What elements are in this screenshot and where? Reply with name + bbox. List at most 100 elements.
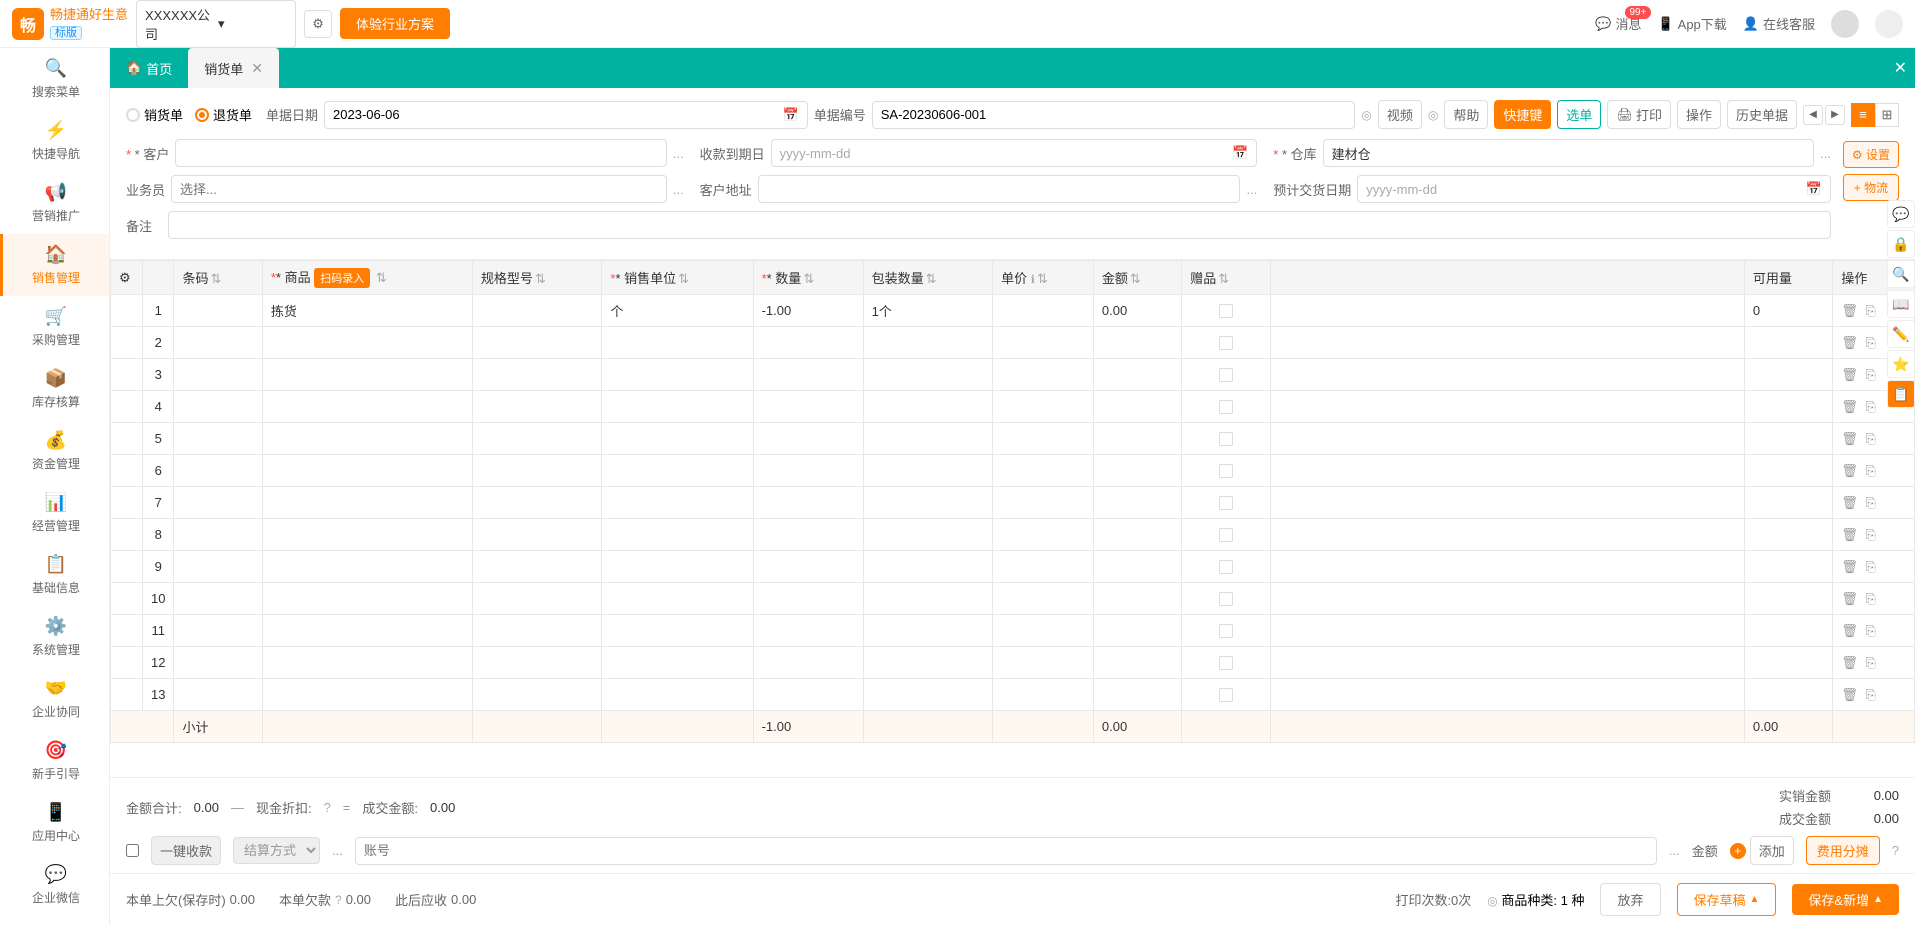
row-price-8[interactable] (993, 551, 1094, 583)
th-config[interactable]: ⚙ (111, 261, 143, 295)
row-unit-10[interactable] (602, 615, 753, 647)
print-btn[interactable]: 🖨打印 (1607, 100, 1671, 129)
operate-btn[interactable]: 操作 (1677, 100, 1721, 129)
row-unit-2[interactable] (602, 359, 753, 391)
float-btn-6[interactable]: ⭐ (1887, 350, 1915, 378)
payment-btn[interactable]: 一键收款 (151, 836, 221, 865)
logistics-btn[interactable]: + 物流 (1843, 174, 1899, 201)
date-input[interactable]: 2023-06-06 📅 (324, 101, 808, 129)
row-gift-4[interactable] (1182, 423, 1270, 455)
sidebar-item-funds[interactable]: 💰 资金管理 (0, 420, 109, 482)
delete-row-icon-9[interactable]: 🗑 (1841, 591, 1858, 606)
row-qty-6[interactable] (753, 487, 863, 519)
expected-date-input[interactable]: yyyy-mm-dd 📅 (1357, 175, 1831, 203)
row-amount-7[interactable] (1093, 519, 1181, 551)
row-qty-3[interactable] (753, 391, 863, 423)
row-unit-7[interactable] (602, 519, 753, 551)
warehouse-input[interactable] (1323, 139, 1814, 167)
sidebar-item-inventory[interactable]: 📦 库存核算 (0, 358, 109, 420)
row-pack-qty-2[interactable] (863, 359, 992, 391)
row-product-10[interactable] (262, 615, 472, 647)
row-unit-12[interactable] (602, 679, 753, 711)
row-qty-10[interactable] (753, 615, 863, 647)
row-pack-qty-10[interactable] (863, 615, 992, 647)
row-gift-10[interactable] (1182, 615, 1270, 647)
row-price-2[interactable] (993, 359, 1094, 391)
delete-row-icon-3[interactable]: 🗑 (1841, 399, 1858, 414)
sidebar-item-marketing[interactable]: 📢 营销推广 (0, 172, 109, 234)
sidebar-item-purchase[interactable]: 🛒 采购管理 (0, 296, 109, 358)
tab-sales-order[interactable]: 销货单 ✕ (188, 48, 279, 88)
delete-row-icon-11[interactable]: 🗑 (1841, 655, 1858, 670)
row-qty-9[interactable] (753, 583, 863, 615)
row-gift-9[interactable] (1182, 583, 1270, 615)
row-qty-12[interactable] (753, 679, 863, 711)
row-pack-qty-4[interactable] (863, 423, 992, 455)
row-amount-11[interactable] (1093, 647, 1181, 679)
row-product-0[interactable]: 拣货 (262, 295, 472, 327)
copy-row-icon-12[interactable]: ⎘ (1866, 687, 1876, 702)
row-gift-3[interactable] (1182, 391, 1270, 423)
prev-arrow[interactable]: ◀ (1803, 105, 1823, 125)
tab-home[interactable]: 🏠 首页 (110, 48, 188, 88)
row-pack-qty-8[interactable] (863, 551, 992, 583)
delete-row-icon-7[interactable]: 🗑 (1841, 527, 1858, 542)
row-product-8[interactable] (262, 551, 472, 583)
select-btn[interactable]: 选单 (1557, 100, 1601, 129)
row-price-4[interactable] (993, 423, 1094, 455)
list-view-btn[interactable]: ≡ (1851, 103, 1875, 127)
app-download-button[interactable]: 📱 App下载 (1657, 14, 1726, 33)
row-spec-4[interactable] (472, 423, 601, 455)
customer-input[interactable] (175, 139, 666, 167)
delete-row-icon-2[interactable]: 🗑 (1841, 367, 1858, 382)
float-btn-5[interactable]: ✏️ (1887, 320, 1915, 348)
help-icon[interactable]: ? (324, 800, 331, 815)
calc-method-select[interactable]: 结算方式 (233, 837, 320, 864)
add-amount-btn[interactable]: + (1730, 843, 1746, 859)
radio-sales[interactable]: 销货单 (126, 105, 183, 124)
salesperson-dots[interactable]: ... (673, 182, 684, 197)
row-barcode-3[interactable] (174, 391, 262, 423)
row-gift-2[interactable] (1182, 359, 1270, 391)
row-unit-11[interactable] (602, 647, 753, 679)
tab-close-icon[interactable]: ✕ (251, 60, 263, 77)
scan-button[interactable]: 扫码录入 (314, 268, 370, 288)
row-amount-3[interactable] (1093, 391, 1181, 423)
row-price-7[interactable] (993, 519, 1094, 551)
row-gift-5[interactable] (1182, 455, 1270, 487)
warehouse-dots[interactable]: ... (1820, 146, 1831, 161)
customer-addr-dots[interactable]: ... (1246, 182, 1257, 197)
sidebar-item-basic[interactable]: 📋 基础信息 (0, 544, 109, 606)
expense-btn[interactable]: 费用分摊 (1806, 836, 1880, 865)
row-qty-8[interactable] (753, 551, 863, 583)
row-unit-8[interactable] (602, 551, 753, 583)
next-arrow[interactable]: ▶ (1825, 105, 1845, 125)
online-service-button[interactable]: 👤 在线客服 (1743, 14, 1815, 33)
copy-row-icon-2[interactable]: ⎘ (1866, 367, 1876, 382)
row-barcode-1[interactable] (174, 327, 262, 359)
salesperson-input[interactable] (171, 175, 667, 203)
avatar[interactable] (1831, 10, 1859, 38)
row-product-3[interactable] (262, 391, 472, 423)
sidebar-item-sales[interactable]: 🏠 销售管理 (0, 234, 109, 296)
copy-row-icon-10[interactable]: ⎘ (1866, 623, 1876, 638)
float-btn-4[interactable]: 📖 (1887, 290, 1915, 318)
row-gift-0[interactable] (1182, 295, 1270, 327)
copy-row-icon-6[interactable]: ⎘ (1866, 495, 1876, 510)
avatar-2[interactable] (1875, 10, 1903, 38)
row-qty-1[interactable] (753, 327, 863, 359)
row-barcode-5[interactable] (174, 455, 262, 487)
row-unit-3[interactable] (602, 391, 753, 423)
row-qty-2[interactable] (753, 359, 863, 391)
sidebar-item-quicknav[interactable]: ⚡ 快捷导航 (0, 110, 109, 172)
float-btn-3[interactable]: 🔍 (1887, 260, 1915, 288)
sidebar-item-system[interactable]: ⚙️ 系统管理 (0, 606, 109, 668)
radio-return[interactable]: 退货单 (195, 105, 252, 124)
row-spec-9[interactable] (472, 583, 601, 615)
row-barcode-7[interactable] (174, 519, 262, 551)
row-pack-qty-7[interactable] (863, 519, 992, 551)
row-price-1[interactable] (993, 327, 1094, 359)
row-amount-10[interactable] (1093, 615, 1181, 647)
row-amount-6[interactable] (1093, 487, 1181, 519)
row-amount-2[interactable] (1093, 359, 1181, 391)
